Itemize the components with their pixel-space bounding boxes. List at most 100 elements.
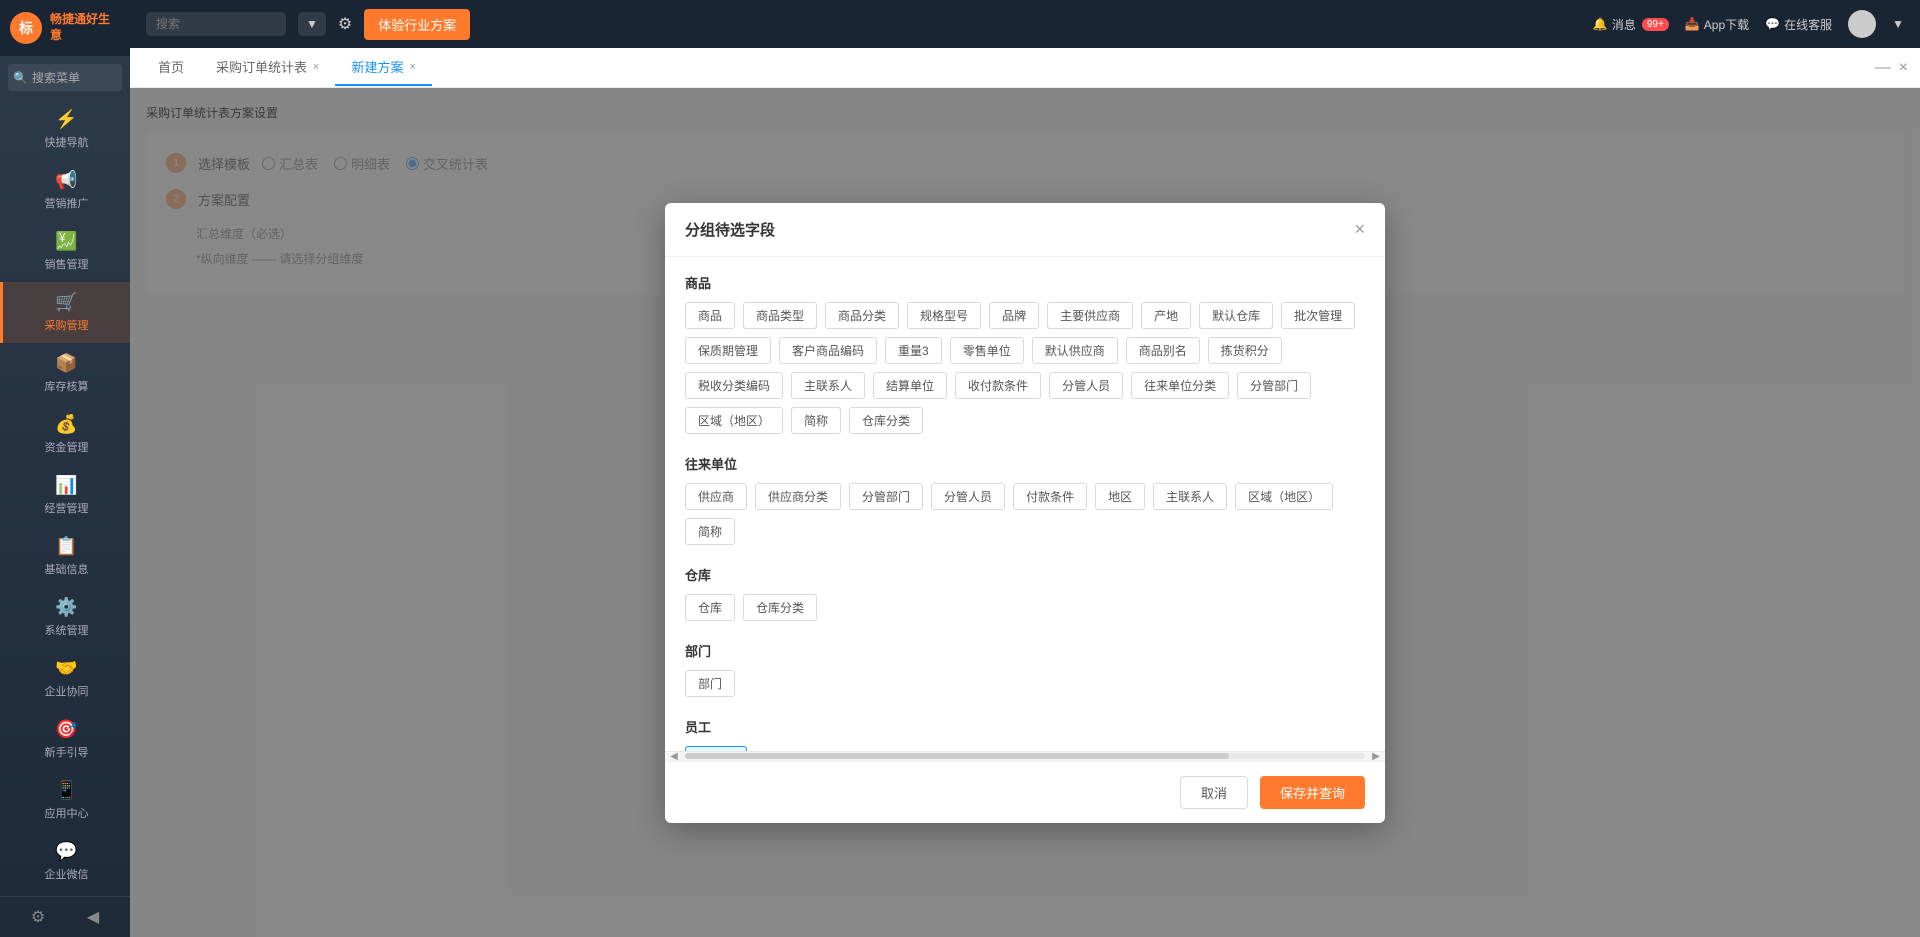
user-dropdown-icon[interactable]: ▼ bbox=[1892, 17, 1904, 31]
field-tag[interactable]: 往来单位分类 bbox=[1131, 372, 1229, 399]
sidebar-item-wechat[interactable]: 💬 企业微信 bbox=[0, 831, 130, 892]
header-dropdown-button[interactable]: ▼ bbox=[298, 12, 326, 36]
sidebar-item-label: 经营管理 bbox=[45, 500, 89, 516]
field-tag[interactable]: 仓库分类 bbox=[849, 407, 923, 434]
field-tag[interactable]: 付款条件 bbox=[1013, 483, 1087, 510]
field-tag[interactable]: 地区 bbox=[1095, 483, 1145, 510]
sidebar-item-inventory[interactable]: 📦 库存核算 bbox=[0, 343, 130, 404]
cooperation-icon: 🤝 bbox=[55, 658, 77, 679]
field-tag[interactable]: 默认供应商 bbox=[1032, 337, 1118, 364]
field-tag[interactable]: 规格型号 bbox=[907, 302, 981, 329]
tab-purchase-stats-label: 采购订单统计表 bbox=[216, 57, 307, 76]
section-warehouse: 仓库 仓库 仓库分类 bbox=[685, 565, 1365, 621]
notification-item[interactable]: 🔔 消息 99+ bbox=[1593, 16, 1669, 33]
tabs-close-icon[interactable]: × bbox=[1899, 59, 1908, 77]
notification-badge: 99+ bbox=[1642, 18, 1669, 31]
finance-icon: 💰 bbox=[55, 414, 77, 435]
scroll-track[interactable] bbox=[685, 753, 1365, 759]
field-tag[interactable]: 品牌 bbox=[989, 302, 1039, 329]
field-tag[interactable]: 供应商分类 bbox=[755, 483, 841, 510]
online-service-label: 在线客服 bbox=[1784, 16, 1832, 33]
field-tag[interactable]: 区域（地区） bbox=[1235, 483, 1333, 510]
field-tag[interactable]: 简称 bbox=[791, 407, 841, 434]
tabs-minimize-icon[interactable]: — bbox=[1875, 59, 1891, 77]
field-tag[interactable]: 税收分类编码 bbox=[685, 372, 783, 399]
field-tag[interactable]: 主要供应商 bbox=[1047, 302, 1133, 329]
sidebar-item-basic[interactable]: 📋 基础信息 bbox=[0, 526, 130, 587]
field-tag[interactable]: 零售单位 bbox=[950, 337, 1024, 364]
modal-body[interactable]: 商品 商品 商品类型 商品分类 规格型号 品牌 主要供应商 产地 默认仓库 批次… bbox=[665, 257, 1385, 751]
field-tag[interactable]: 主联系人 bbox=[791, 372, 865, 399]
field-tag[interactable]: 保质期管理 bbox=[685, 337, 771, 364]
sidebar-item-operation[interactable]: 📊 经营管理 bbox=[0, 465, 130, 526]
trial-button[interactable]: 体验行业方案 bbox=[364, 9, 470, 40]
field-tag[interactable]: 商品分类 bbox=[825, 302, 899, 329]
field-tag[interactable]: 部门 bbox=[685, 670, 735, 697]
field-tag[interactable]: 批次管理 bbox=[1281, 302, 1355, 329]
field-tag[interactable]: 分管人员 bbox=[1049, 372, 1123, 399]
field-tag[interactable]: 分管部门 bbox=[1237, 372, 1311, 399]
app-download-item[interactable]: 📥 App下载 bbox=[1685, 16, 1749, 33]
confirm-button[interactable]: 保存并查询 bbox=[1260, 776, 1365, 809]
field-tag[interactable]: 收付款条件 bbox=[955, 372, 1041, 399]
sidebar: 标 畅捷通好生意 🔍 搜索菜单 ⚡ 快捷导航 📢 营销推广 💹 销售管理 bbox=[0, 0, 130, 937]
inventory-icon: 📦 bbox=[55, 353, 77, 374]
collapse-icon[interactable]: ◀ bbox=[87, 907, 99, 927]
sidebar-item-finance[interactable]: 💰 资金管理 bbox=[0, 404, 130, 465]
search-menu-button[interactable]: 🔍 搜索菜单 bbox=[8, 64, 122, 91]
field-tag[interactable]: 仓库分类 bbox=[743, 594, 817, 621]
sidebar-item-sales[interactable]: 💹 销售管理 bbox=[0, 221, 130, 282]
settings-icon[interactable]: ⚙ bbox=[338, 14, 352, 34]
sidebar-item-system[interactable]: ⚙️ 系统管理 bbox=[0, 587, 130, 648]
main-area: ▼ ⚙ 体验行业方案 🔔 消息 99+ 📥 App下载 💬 在线客服 bbox=[130, 0, 1920, 937]
sidebar-item-label: 采购管理 bbox=[45, 317, 89, 333]
header: ▼ ⚙ 体验行业方案 🔔 消息 99+ 📥 App下载 💬 在线客服 bbox=[130, 0, 1920, 48]
modal-horizontal-scrollbar[interactable]: ◀ ▶ bbox=[665, 751, 1385, 761]
section-warehouse-fields: 仓库 仓库分类 bbox=[685, 594, 1365, 621]
online-service-item[interactable]: 💬 在线客服 bbox=[1765, 16, 1832, 33]
section-department-fields: 部门 bbox=[685, 670, 1365, 697]
service-icon: 💬 bbox=[1765, 17, 1780, 31]
header-search-input[interactable] bbox=[146, 12, 286, 36]
avatar[interactable] bbox=[1848, 10, 1876, 38]
tab-new-plan[interactable]: 新建方案 × bbox=[335, 49, 431, 86]
sidebar-item-cooperation[interactable]: 🤝 企业协同 bbox=[0, 648, 130, 709]
section-partner: 往来单位 供应商 供应商分类 分管部门 分管人员 付款条件 地区 主联系人 区域… bbox=[685, 454, 1365, 545]
field-tag[interactable]: 分管人员 bbox=[931, 483, 1005, 510]
cancel-button[interactable]: 取消 bbox=[1180, 776, 1248, 809]
modal-header: 分组待选字段 × bbox=[665, 203, 1385, 257]
field-tag[interactable]: 默认仓库 bbox=[1199, 302, 1273, 329]
field-tag[interactable]: 商品别名 bbox=[1126, 337, 1200, 364]
field-tag[interactable]: 主联系人 bbox=[1153, 483, 1227, 510]
field-tag[interactable]: 结算单位 bbox=[873, 372, 947, 399]
sidebar-item-purchase[interactable]: 🛒 采购管理 bbox=[0, 282, 130, 343]
field-tag[interactable]: 区域（地区） bbox=[685, 407, 783, 434]
field-tag[interactable]: 拣货积分 bbox=[1208, 337, 1282, 364]
field-select-modal: 分组待选字段 × 商品 商品 商品类型 商品分类 规格型号 bbox=[665, 203, 1385, 823]
settings-bottom-icon[interactable]: ⚙ bbox=[31, 907, 45, 927]
field-tag[interactable]: 重量3 bbox=[885, 337, 942, 364]
field-tag[interactable]: 供应商 bbox=[685, 483, 747, 510]
sidebar-item-marketing[interactable]: 📢 营销推广 bbox=[0, 160, 130, 221]
section-department: 部门 部门 bbox=[685, 641, 1365, 697]
operation-icon: 📊 bbox=[55, 475, 77, 496]
sidebar-item-quick-nav[interactable]: ⚡ 快捷导航 bbox=[0, 99, 130, 160]
field-tag[interactable]: 仓库 bbox=[685, 594, 735, 621]
field-tag[interactable]: 分管部门 bbox=[849, 483, 923, 510]
tab-new-plan-close[interactable]: × bbox=[409, 61, 415, 73]
field-tag[interactable]: 简称 bbox=[685, 518, 735, 545]
sidebar-item-label: 快捷导航 bbox=[45, 134, 89, 150]
tab-home[interactable]: 首页 bbox=[142, 49, 200, 86]
sidebar-item-apps[interactable]: 📱 应用中心 bbox=[0, 770, 130, 831]
app-logo: 标 畅捷通好生意 bbox=[0, 0, 130, 56]
system-icon: ⚙️ bbox=[55, 597, 77, 618]
field-tag[interactable]: 商品类型 bbox=[743, 302, 817, 329]
modal-close-button[interactable]: × bbox=[1354, 220, 1365, 238]
field-tag[interactable]: 商品 bbox=[685, 302, 735, 329]
sidebar-item-guide[interactable]: 🎯 新手引导 bbox=[0, 709, 130, 770]
marketing-icon: 📢 bbox=[55, 170, 77, 191]
field-tag[interactable]: 客户商品编码 bbox=[779, 337, 877, 364]
tab-purchase-stats[interactable]: 采购订单统计表 × bbox=[200, 49, 335, 86]
tab-purchase-stats-close[interactable]: × bbox=[313, 61, 319, 73]
field-tag[interactable]: 产地 bbox=[1141, 302, 1191, 329]
